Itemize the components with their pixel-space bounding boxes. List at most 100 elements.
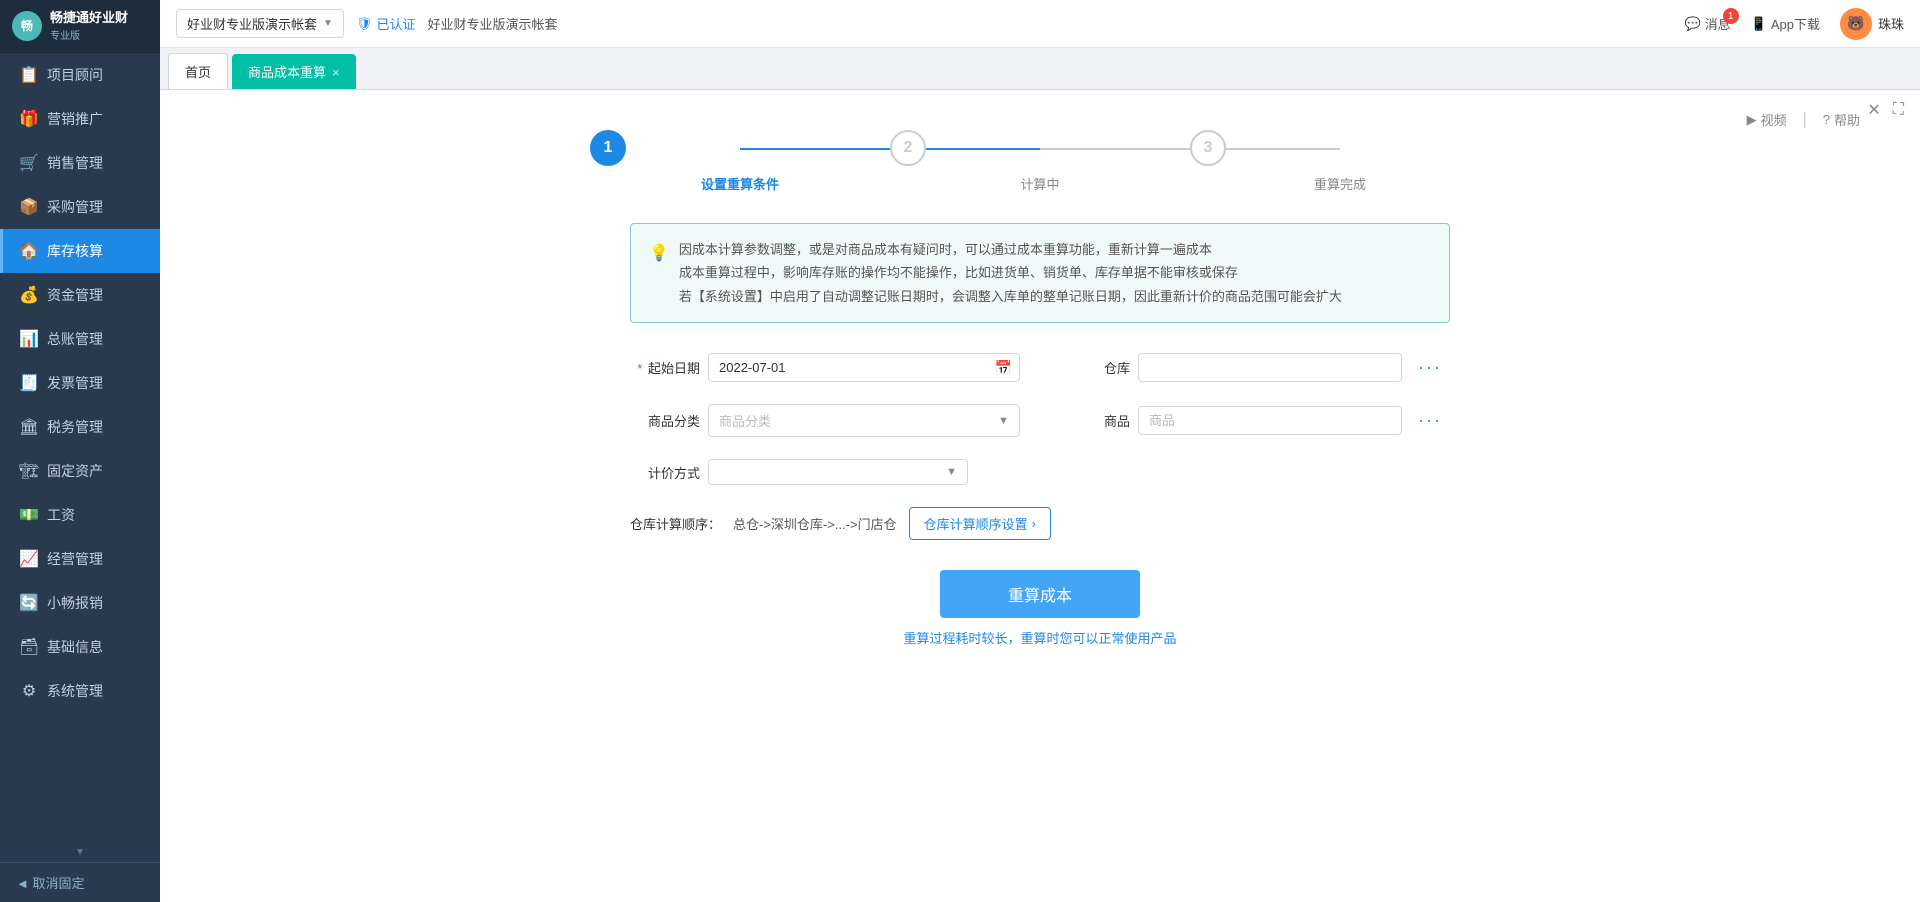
calc-order-settings-button[interactable]: 仓库计算顺序设置 › — [909, 507, 1051, 540]
help-link-帮助[interactable]: ? 帮助 — [1823, 110, 1860, 129]
calc-order-label: 仓库计算顺序： — [630, 514, 721, 533]
required-star: * — [637, 361, 642, 376]
recalc-note: 重算过程耗时较长，重算时您可以正常使用产品 — [903, 628, 1176, 647]
sidebar-item-label: 采购管理 — [47, 197, 103, 217]
sidebar-item-finance[interactable]: 💰资金管理 — [0, 273, 160, 317]
sidebar-item-label: 经营管理 — [47, 549, 103, 569]
account-name: 好业财专业版演示帐套 — [427, 14, 557, 33]
sidebar-item-assets[interactable]: 🏗 固定资产 — [0, 449, 160, 493]
account-selector-label: 好业财专业版演示帐套 — [187, 14, 317, 33]
category-placeholder: 商品分类 — [719, 411, 771, 430]
shield-icon: 🛡 — [356, 16, 373, 32]
inventory-icon: 🏠 — [19, 241, 39, 261]
edition-label: 专业版 — [50, 27, 128, 42]
window-controls: ✕ ⛶ — [1867, 100, 1904, 120]
expand-button[interactable]: ⛶ — [1893, 101, 1904, 119]
topbar: 好业财专业版演示帐套 ▼ 🛡 已认证 好业财专业版演示帐套 💬 消息 1 📱 A… — [160, 0, 1920, 48]
sidebar-logo: 畅 — [12, 11, 42, 41]
help-links: ▶视频 |? 帮助 — [1747, 110, 1860, 129]
avatar: 🐻 — [1840, 8, 1872, 40]
form-row-3: 计价方式 ▼ — [630, 459, 1450, 485]
step-label-3: 重算完成 — [1314, 174, 1366, 193]
sidebar-scroll: ▼ — [0, 843, 160, 862]
sidebar-item-project[interactable]: 📋 项目顾问 — [0, 53, 160, 97]
close-button[interactable]: ✕ — [1867, 100, 1880, 120]
help-link-label: 帮助 — [1834, 110, 1860, 129]
form-row-2: 商品分类 商品分类 ▼ 商品 ··· — [630, 404, 1450, 437]
info-line: 成本重算过程中，影响库存账的操作均不能操作，比如进货单、销货单、库存单据不能审核… — [679, 261, 1342, 284]
account-selector[interactable]: 好业财专业版演示帐套 ▼ — [176, 9, 344, 38]
sidebar-item-operation[interactable]: 📈 经营管理 — [0, 537, 160, 581]
category-group: 商品分类 商品分类 ▼ — [630, 404, 1020, 437]
warehouse-group: 仓库 ··· — [1060, 353, 1450, 382]
project-icon: 📋 — [19, 65, 39, 85]
sidebar-item-marketing[interactable]: 🎁营销推广 — [0, 97, 160, 141]
price-method-group: 计价方式 ▼ — [630, 459, 1020, 485]
messages-badge: 1 — [1723, 8, 1739, 24]
help-link-label: 视频 — [1761, 110, 1787, 129]
sidebar-item-purchase[interactable]: 📦采购管理 — [0, 185, 160, 229]
app-download-button[interactable]: 📱 App下载 — [1751, 14, 1820, 33]
sidebar-item-basic[interactable]: 🗃基础信息 — [0, 625, 160, 669]
tax-icon: 🏛 — [19, 417, 39, 437]
assets-icon: 🏗 — [19, 461, 39, 481]
sidebar-unpin-button[interactable]: ◄ 取消固定 — [0, 862, 160, 902]
logo-text: 畅 — [21, 17, 33, 34]
step-circle-1: 1 — [590, 130, 626, 166]
info-line: 若【系统设置】中启用了自动调整记账日期时，会调整入库单的整单记账日期，因此重新计… — [679, 285, 1342, 308]
calc-order-row: 仓库计算顺序： 总仓->深圳仓库->...->门店仓 仓库计算顺序设置 › — [630, 507, 1450, 540]
sidebar-item-label: 项目顾问 — [47, 65, 103, 85]
help-separator: | — [1803, 111, 1807, 129]
verified-text: 已认证 — [376, 14, 415, 33]
sidebar-item-label: 固定资产 — [47, 461, 103, 481]
unpin-label: ◄ 取消固定 — [16, 873, 84, 892]
tab-label: 商品成本重算 — [248, 65, 326, 80]
goods-input[interactable] — [1138, 406, 1402, 435]
finance-icon: 💰 — [19, 285, 39, 305]
sidebar-item-sales[interactable]: 🛒销售管理 — [0, 141, 160, 185]
recalc-button[interactable]: 重算成本 — [940, 570, 1140, 618]
basic-icon: 🗃 — [19, 637, 39, 657]
sidebar-item-expense[interactable]: 🔄小畅报销 — [0, 581, 160, 625]
step-circle-3: 3 — [1190, 130, 1226, 166]
warehouse-input[interactable] — [1138, 353, 1402, 382]
warehouse-label: 仓库 — [1060, 358, 1130, 377]
price-method-label: 计价方式 — [630, 463, 700, 482]
chevron-down-icon: ▼ — [323, 18, 333, 29]
messages-button[interactable]: 💬 消息 1 — [1684, 14, 1730, 33]
salary-icon: 💵 — [19, 505, 39, 525]
sidebar-item-system[interactable]: ⚙系统管理 — [0, 669, 160, 713]
tabbar: 首页 商品成本重算 × — [160, 48, 1920, 90]
sidebar-item-salary[interactable]: 💵工资 — [0, 493, 160, 537]
step-2: 2 计算中 — [890, 130, 1190, 193]
form-area: * 起始日期 📅 仓库 ··· 商品分类 — [630, 353, 1450, 647]
category-label: 商品分类 — [630, 411, 700, 430]
calendar-icon[interactable]: 📅 — [995, 359, 1012, 376]
goods-dots-button[interactable]: ··· — [1410, 410, 1450, 431]
step-1: 1 设置重算条件 — [590, 130, 890, 193]
info-box: 💡 因成本计算参数调整，或是对商品成本有疑问时，可以通过成本重算功能，重新计算一… — [630, 223, 1450, 323]
goods-group: 商品 ··· — [1060, 406, 1450, 435]
start-date-input-wrapper: 📅 — [708, 353, 1020, 382]
recalc-label: 重算成本 — [1008, 588, 1072, 605]
chevron-right-icon: › — [1032, 516, 1036, 531]
category-select[interactable]: 商品分类 ▼ — [708, 404, 1020, 437]
warehouse-dots-button[interactable]: ··· — [1410, 357, 1450, 378]
sidebar-item-invoice[interactable]: 🧾发票管理 — [0, 361, 160, 405]
price-method-select[interactable]: ▼ — [708, 459, 968, 485]
operation-icon: 📈 — [19, 549, 39, 569]
sidebar-item-tax[interactable]: 🏛税务管理 — [0, 405, 160, 449]
tab-cost_recalc[interactable]: 商品成本重算 × — [232, 54, 356, 89]
step-circle-2: 2 — [890, 130, 926, 166]
help-link-视频[interactable]: ▶视频 — [1747, 110, 1787, 129]
help-link-icon: ? — [1823, 112, 1830, 127]
phone-icon: 📱 — [1751, 16, 1767, 32]
app-download-label: App下载 — [1771, 14, 1820, 33]
tab-close-button[interactable]: × — [332, 65, 340, 80]
sidebar-item-accounting[interactable]: 📊总账管理 — [0, 317, 160, 361]
sidebar-item-inventory[interactable]: 🏠库存核算 — [0, 229, 160, 273]
tab-home[interactable]: 首页 — [168, 53, 228, 89]
goods-label: 商品 — [1060, 411, 1130, 430]
start-date-input[interactable] — [708, 353, 1020, 382]
user-menu[interactable]: 🐻 珠珠 — [1840, 8, 1904, 40]
